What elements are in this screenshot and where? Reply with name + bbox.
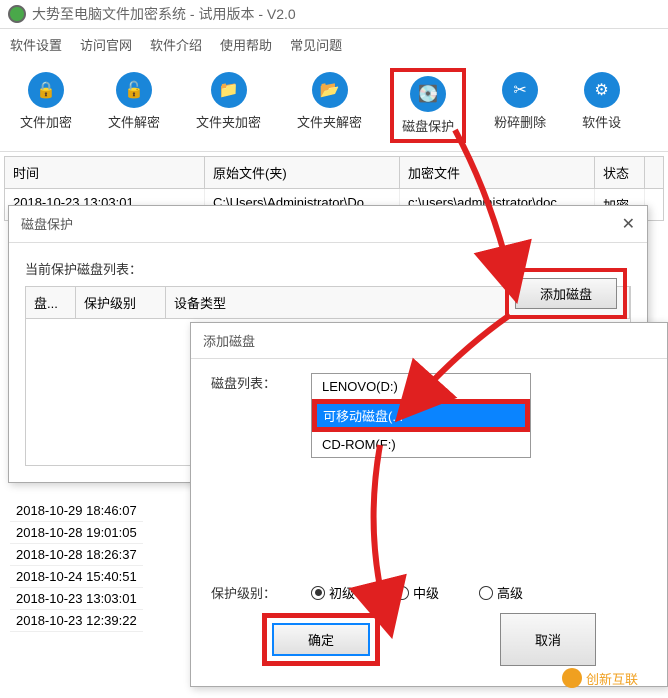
level-label: 保护级别： xyxy=(211,583,291,602)
list-item[interactable]: 2018-10-29 18:46:07 xyxy=(10,500,143,522)
folder-lock-icon: 📁 xyxy=(211,72,247,108)
col-protect-level[interactable]: 保护级别 xyxy=(76,287,166,318)
dialog1-title: 磁盘保护 xyxy=(21,214,73,234)
tool-folder-encrypt[interactable]: 📁 文件夹加密 xyxy=(188,68,269,143)
add-disk-dialog: 添加磁盘 磁盘列表： LENOVO(D:) 可移动磁盘(... CD-ROM(F… xyxy=(190,322,668,687)
tool-shred[interactable]: ✂ 粉碎删除 xyxy=(486,68,554,143)
dialog2-title: 添加磁盘 xyxy=(203,331,255,350)
list-item[interactable]: 2018-10-24 15:40:51 xyxy=(10,566,143,588)
watermark: 创新互联 xyxy=(562,668,638,688)
tool-settings[interactable]: ⚙ 软件设 xyxy=(574,68,629,143)
radio-icon xyxy=(479,586,493,600)
cancel-button[interactable]: 取消 xyxy=(500,613,596,666)
menu-website[interactable]: 访问官网 xyxy=(80,35,132,54)
main-table-header: 时间 原始文件(夹) 加密文件 状态 xyxy=(5,157,663,189)
add-disk-button[interactable]: 添加磁盘 xyxy=(515,278,617,309)
folder-unlock-icon: 📂 xyxy=(312,72,348,108)
menu-bar: 软件设置 访问官网 软件介绍 使用帮助 常见问题 xyxy=(0,29,668,60)
menu-help[interactable]: 使用帮助 xyxy=(220,35,272,54)
time-list: 2018-10-29 18:46:07 2018-10-28 19:01:05 … xyxy=(10,500,143,632)
menu-settings[interactable]: 软件设置 xyxy=(10,35,62,54)
tool-file-decrypt[interactable]: 🔓 文件解密 xyxy=(100,68,168,143)
radio-basic[interactable]: 初级 xyxy=(311,583,355,602)
col-status[interactable]: 状态 xyxy=(595,157,645,188)
dialog1-title-bar: 磁盘保护 ✕ xyxy=(9,206,647,243)
add-disk-highlight: 添加磁盘 xyxy=(505,268,627,319)
close-icon[interactable]: ✕ xyxy=(622,214,635,234)
toolbar: 🔒 文件加密 🔓 文件解密 📁 文件夹加密 📂 文件夹解密 💽 磁盘保护 ✂ 粉… xyxy=(0,60,668,152)
app-title: 大势至电脑文件加密系统 - 试用版本 - V2.0 xyxy=(32,4,296,24)
tool-folder-decrypt[interactable]: 📂 文件夹解密 xyxy=(289,68,370,143)
radio-medium[interactable]: 中级 xyxy=(395,583,439,602)
radio-checked-icon xyxy=(311,586,325,600)
list-item[interactable]: 2018-10-23 13:03:01 xyxy=(10,588,143,610)
shred-icon: ✂ xyxy=(502,72,538,108)
ok-button[interactable]: 确定 xyxy=(272,623,370,656)
watermark-logo-icon xyxy=(562,668,582,688)
list-item[interactable]: 2018-10-23 12:39:22 xyxy=(10,610,143,632)
col-drive[interactable]: 盘... xyxy=(26,287,76,318)
list-item[interactable]: 2018-10-28 19:01:05 xyxy=(10,522,143,544)
col-time[interactable]: 时间 xyxy=(5,157,205,188)
radio-icon xyxy=(395,586,409,600)
lock-icon: 🔒 xyxy=(28,72,64,108)
list-item[interactable]: 2018-10-28 18:26:37 xyxy=(10,544,143,566)
menu-faq[interactable]: 常见问题 xyxy=(290,35,342,54)
app-logo-icon xyxy=(8,5,26,23)
disk-shield-icon: 💽 xyxy=(410,76,446,112)
ok-highlight: 确定 xyxy=(262,613,380,666)
col-enc[interactable]: 加密文件 xyxy=(400,157,595,188)
tool-file-encrypt[interactable]: 🔒 文件加密 xyxy=(12,68,80,143)
radio-advanced[interactable]: 高级 xyxy=(479,583,523,602)
title-bar: 大势至电脑文件加密系统 - 试用版本 - V2.0 xyxy=(0,0,668,29)
unlock-icon: 🔓 xyxy=(116,72,152,108)
tool-disk-protect[interactable]: 💽 磁盘保护 xyxy=(390,68,466,143)
menu-intro[interactable]: 软件介绍 xyxy=(150,35,202,54)
col-orig[interactable]: 原始文件(夹) xyxy=(205,157,400,188)
gear-icon: ⚙ xyxy=(584,72,620,108)
